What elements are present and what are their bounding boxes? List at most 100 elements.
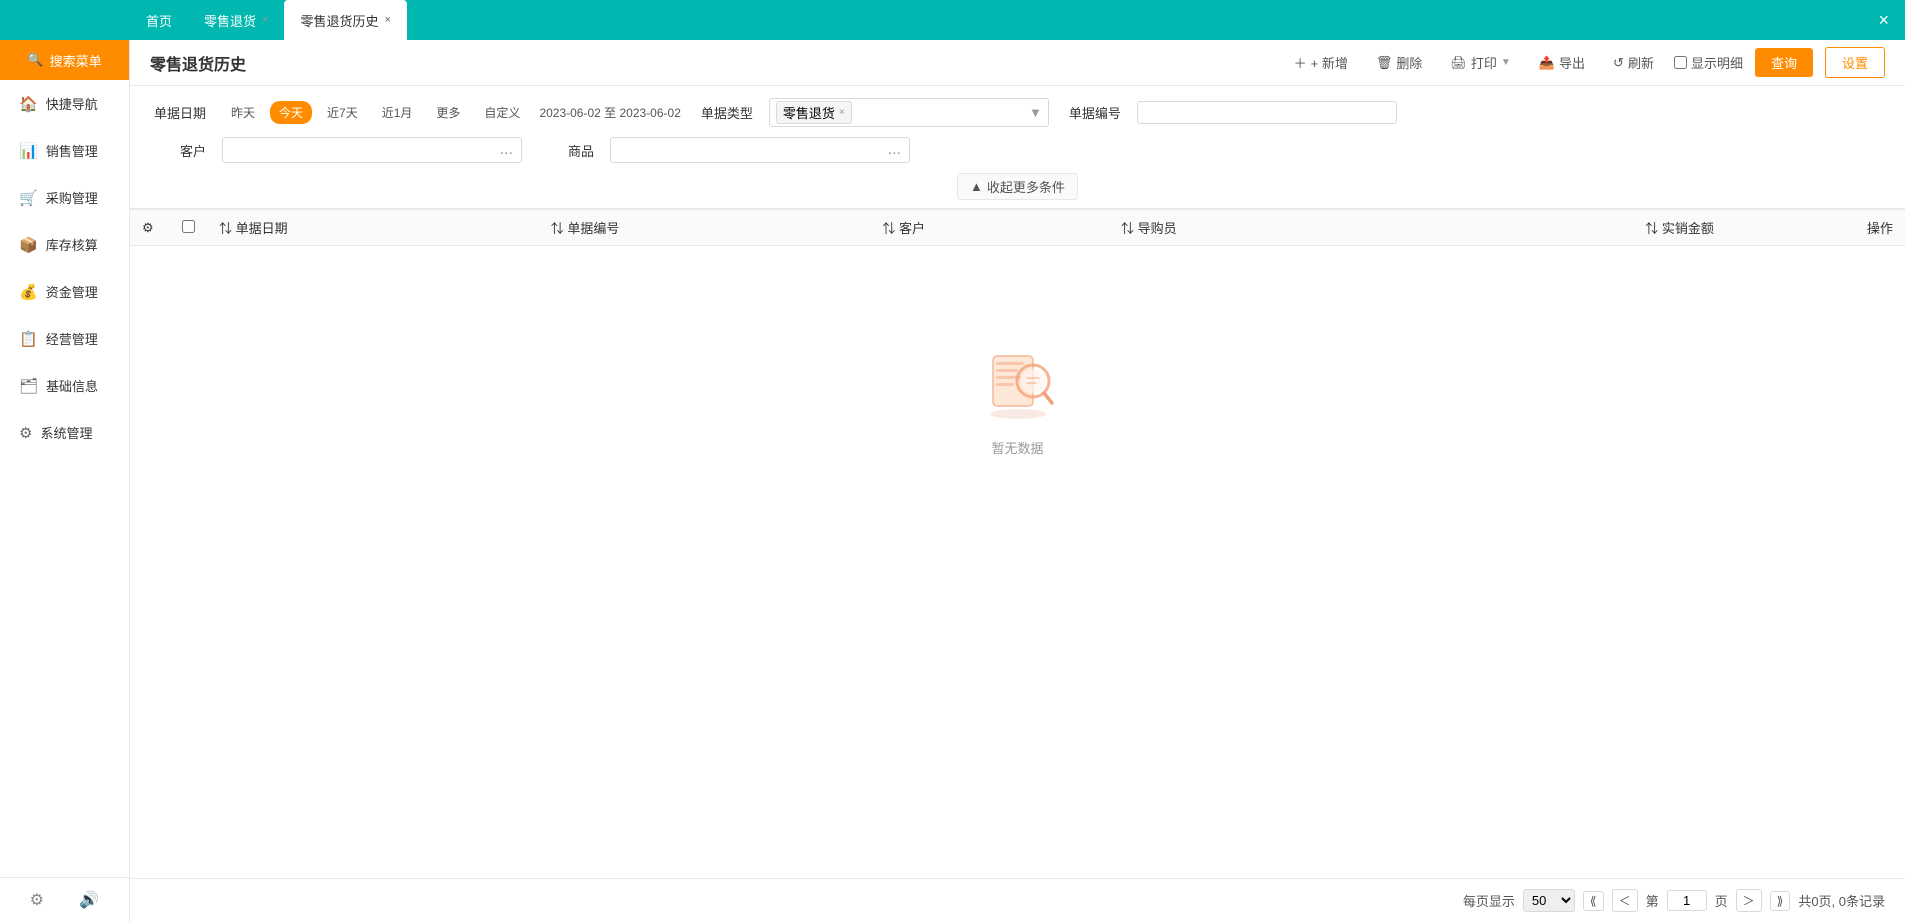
date-range-display: 2023-06-02 至 2023-06-02 — [539, 104, 680, 121]
sidebar-item-system[interactable]: ⚙ 系统管理 — [0, 409, 129, 456]
sales-icon: 📊 — [19, 142, 38, 160]
show-detail-checkbox[interactable]: 显示明细 — [1674, 53, 1743, 72]
delete-button[interactable]: 🗑 删除 — [1368, 49, 1431, 76]
new-button[interactable]: ＋ + 新增 — [1286, 49, 1356, 76]
date-btn-custom[interactable]: 自定义 — [475, 101, 529, 124]
operation-icon: 📋 — [19, 330, 38, 348]
system-icon: ⚙ — [19, 424, 32, 442]
delete-icon: 🗑 — [1376, 55, 1393, 71]
main-layout: 🔍 搜索菜单 🏠 快捷导航 📊 销售管理 🛒 采购管理 📦 库存核算 💰 资金管… — [0, 40, 1905, 922]
collapse-row: ▲ 收起更多条件 — [150, 173, 1885, 200]
prev-page-button[interactable]: ＜ — [1612, 889, 1638, 912]
sidebar-item-sales[interactable]: 📊 销售管理 — [0, 127, 129, 174]
basic-info-icon: 🗂 — [19, 377, 38, 395]
home-icon: 🏠 — [19, 95, 38, 113]
date-btn-1month[interactable]: 近1月 — [373, 101, 422, 124]
tab-retail-return-history[interactable]: 零售退货历史 × — [284, 0, 406, 40]
doc-no-label: 单据编号 — [1065, 103, 1121, 122]
th-customer[interactable]: ⇅ 客户 — [870, 210, 1109, 246]
goods-label: 商品 — [538, 141, 594, 160]
date-btn-yesterday[interactable]: 昨天 — [222, 101, 264, 124]
total-info: 共0页, 0条记录 — [1798, 891, 1885, 910]
sidebar-bottom: ⚙ 🔊 — [0, 877, 129, 922]
empty-text: 暂无数据 — [991, 438, 1043, 457]
settings-button[interactable]: 设置 — [1825, 47, 1885, 78]
doc-type-tag: 零售退货 × — [776, 101, 852, 124]
empty-illustration — [968, 326, 1068, 426]
goods-dots-icon[interactable]: ... — [888, 141, 901, 159]
export-icon: 📤 — [1539, 55, 1555, 71]
empty-state: 暂无数据 — [130, 246, 1905, 537]
filter-section: 单据日期 昨天 今天 近7天 近1月 更多 自定义 2023-06-02 至 2… — [130, 86, 1905, 209]
page-prefix-label: 第 — [1646, 891, 1659, 910]
th-date[interactable]: ⇅ 单据日期 — [207, 210, 539, 246]
per-page-label: 每页显示 — [1463, 891, 1515, 910]
filter-row-1: 单据日期 昨天 今天 近7天 近1月 更多 自定义 2023-06-02 至 2… — [150, 98, 1885, 127]
doc-type-tag-remove[interactable]: × — [839, 107, 845, 118]
collapse-button[interactable]: ▲ 收起更多条件 — [957, 173, 1078, 200]
date-btn-today[interactable]: 今天 — [270, 101, 312, 124]
goods-input[interactable]: ... — [610, 137, 910, 163]
date-filter-label: 单据日期 — [150, 103, 206, 122]
sidebar-item-finance[interactable]: 💰 资金管理 — [0, 268, 129, 315]
th-checkbox[interactable] — [170, 210, 207, 246]
doc-type-label: 单据类型 — [697, 103, 753, 122]
top-bar: 首页 零售退货 × 零售退货历史 × × — [0, 0, 1905, 40]
refresh-icon: ↺ — [1613, 55, 1624, 71]
date-btn-7days[interactable]: 近7天 — [318, 101, 367, 124]
th-no[interactable]: ⇅ 单据编号 — [539, 210, 871, 246]
header-actions: ＋ + 新增 🗑 删除 🖨 打印 ▼ 📤 导出 ↺ — [1286, 47, 1885, 78]
print-button[interactable]: 🖨 打印 ▼ — [1442, 49, 1518, 76]
refresh-button[interactable]: ↺ 刷新 — [1605, 49, 1662, 76]
sidebar-item-inventory[interactable]: 📦 库存核算 — [0, 221, 129, 268]
window-close-button[interactable]: × — [1862, 0, 1905, 40]
sidebar: 🔍 搜索菜单 🏠 快捷导航 📊 销售管理 🛒 采购管理 📦 库存核算 💰 资金管… — [0, 40, 130, 922]
inventory-icon: 📦 — [19, 236, 38, 254]
purchase-icon: 🛒 — [19, 189, 38, 207]
date-btn-more[interactable]: 更多 — [427, 101, 469, 124]
tab-home[interactable]: 首页 — [130, 0, 188, 40]
first-page-button[interactable]: ⟪ — [1583, 891, 1604, 911]
query-button[interactable]: 查询 — [1755, 48, 1813, 77]
customer-input[interactable]: ... — [222, 137, 522, 163]
sidebar-item-basic-info[interactable]: 🗂 基础信息 — [0, 362, 129, 409]
export-button[interactable]: 📤 导出 — [1531, 49, 1593, 76]
th-ops: 操作 — [1726, 210, 1905, 246]
filter-row-2: 客户 ... 商品 ... — [150, 137, 1885, 163]
page-number-input[interactable] — [1667, 890, 1707, 911]
page-unit-label: 页 — [1715, 891, 1728, 910]
settings-bottom-icon[interactable]: ⚙ — [30, 890, 44, 910]
print-icon: 🖨 — [1450, 55, 1467, 71]
next-page-button[interactable]: ＞ — [1736, 889, 1762, 912]
th-settings[interactable]: ⚙ — [130, 210, 170, 246]
new-icon: ＋ — [1294, 53, 1307, 72]
customer-label: 客户 — [150, 141, 206, 160]
last-page-button[interactable]: ⟫ — [1770, 891, 1791, 911]
tab-retail-return-close[interactable]: × — [262, 14, 268, 26]
sidebar-item-operation[interactable]: 📋 经营管理 — [0, 315, 129, 362]
tab-retail-return[interactable]: 零售退货 × — [188, 0, 284, 40]
customer-dots-icon[interactable]: ... — [500, 141, 513, 159]
table-section: ⚙ ⇅ 单据日期 ⇅ 单据编号 ⇅ 客户 — [130, 209, 1905, 878]
sidebar-item-quick-nav[interactable]: 🏠 快捷导航 — [0, 80, 129, 127]
doc-type-select[interactable]: 零售退货 × ▼ — [769, 98, 1049, 127]
search-menu[interactable]: 🔍 搜索菜单 — [0, 40, 129, 80]
doc-type-chevron-icon: ▼ — [1029, 105, 1042, 120]
page-header: 零售退货历史 ＋ + 新增 🗑 删除 🖨 打印 ▼ 📤 导出 — [130, 40, 1905, 86]
tab-retail-return-history-close[interactable]: × — [384, 14, 390, 26]
doc-no-input[interactable] — [1137, 101, 1397, 124]
per-page-select[interactable]: 50 20 100 — [1523, 889, 1575, 912]
th-guide[interactable]: ⇅ 导购员 — [1109, 210, 1394, 246]
pagination: 每页显示 50 20 100 ⟪ ＜ 第 页 ＞ ⟫ 共0页, 0条记录 — [130, 878, 1905, 922]
collapse-icon: ▲ — [970, 179, 983, 194]
content-area: 零售退货历史 ＋ + 新增 🗑 删除 🖨 打印 ▼ 📤 导出 — [130, 40, 1905, 922]
audio-icon[interactable]: 🔊 — [79, 890, 99, 910]
finance-icon: 💰 — [19, 283, 38, 301]
date-filter-group: 昨天 今天 近7天 近1月 更多 自定义 2023-06-02 至 2023-0… — [222, 101, 681, 124]
data-table: ⚙ ⇅ 单据日期 ⇅ 单据编号 ⇅ 客户 — [130, 209, 1905, 537]
sidebar-item-purchase[interactable]: 🛒 采购管理 — [0, 174, 129, 221]
print-chevron-icon: ▼ — [1501, 57, 1511, 68]
page-title: 零售退货历史 — [150, 51, 246, 75]
th-amount[interactable]: ⇅ 实销金额 — [1394, 210, 1726, 246]
search-icon: 🔍 — [27, 52, 43, 68]
